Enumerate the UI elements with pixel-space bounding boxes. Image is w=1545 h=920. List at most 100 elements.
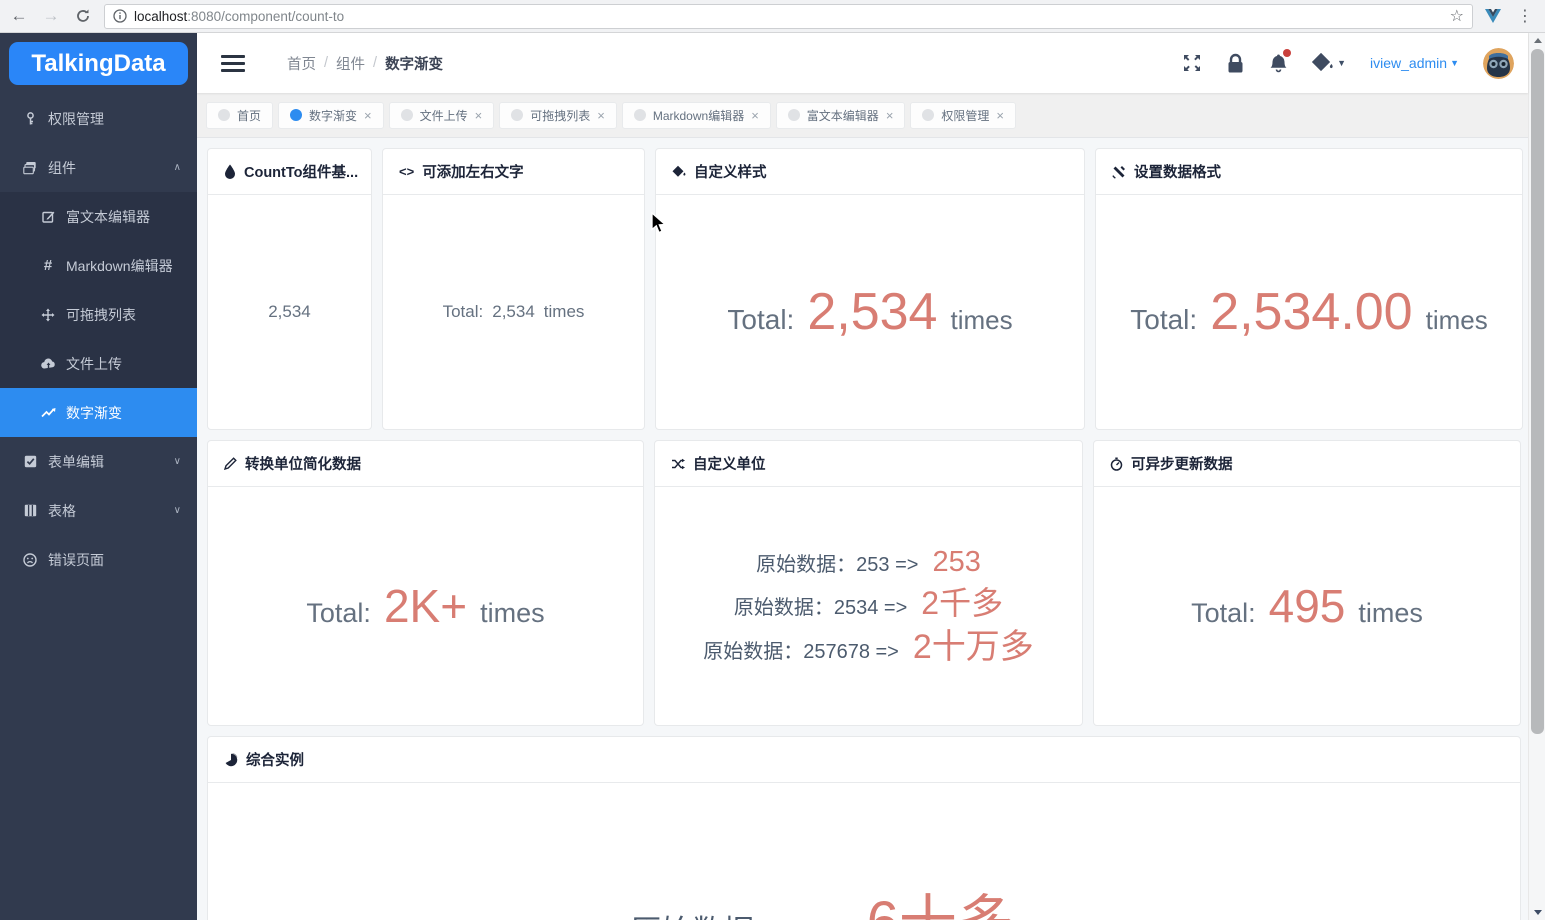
chevron-down-icon: ∨: [173, 456, 181, 467]
tag-rich-editor[interactable]: 富文本编辑器 ×: [775, 101, 906, 129]
tag-markdown-editor[interactable]: Markdown编辑器 ×: [621, 101, 771, 129]
card-custom-unit: 自定义单位 原始数据：253 => 253 原始数据：2534 => 2千多 原…: [654, 440, 1083, 726]
site-info-icon[interactable]: [113, 9, 127, 23]
scrollbar-thumb[interactable]: [1531, 49, 1544, 734]
sidebar-item-access[interactable]: 权限管理: [0, 94, 197, 143]
trending-up-icon: [40, 407, 56, 418]
bookmark-star-icon[interactable]: ☆: [1450, 6, 1464, 26]
tag-draggable-list[interactable]: 可拖拽列表 ×: [499, 101, 617, 129]
card-custom-style: 自定义样式 Total: 2,534 times: [655, 148, 1085, 430]
tag-dot: [511, 109, 524, 121]
sidebar-item-count-to[interactable]: 数字渐变: [0, 388, 197, 437]
sidebar-menu: 权限管理 组件 ∧ 富文本编辑器 # Markdown编辑器 可拖拽列表 文件上…: [0, 94, 197, 920]
code-icon: <>: [399, 164, 415, 179]
count-suffix: times: [480, 598, 545, 628]
build-tools-icon: [1112, 165, 1126, 179]
scroll-down-icon[interactable]: [1529, 905, 1545, 920]
sidebar-item-label: 文件上传: [66, 355, 122, 372]
count-label: 原始数据: 27 =>: [630, 906, 851, 920]
count-value: 2,534: [268, 302, 311, 321]
sidebar-item-file-upload[interactable]: 文件上传: [0, 339, 197, 388]
pie-chart-icon: [224, 752, 238, 767]
sidebar-submenu: 富文本编辑器 # Markdown编辑器 可拖拽列表 文件上传 数字渐变: [0, 192, 197, 437]
count-value: 2十万多: [912, 628, 1034, 666]
close-icon[interactable]: ×: [475, 109, 483, 122]
browser-menu-icon[interactable]: ⋮: [1513, 6, 1537, 26]
tag-dot: [218, 109, 230, 121]
close-icon[interactable]: ×: [364, 109, 372, 122]
page-content: CountTo组件基... 2,534 <> 可添加左右文字 Total: 2,5…: [197, 138, 1528, 920]
count-prefix: Total:: [442, 302, 484, 321]
tag-dot: [400, 109, 413, 121]
scroll-up-icon[interactable]: [1529, 33, 1545, 48]
sad-face-icon: [22, 552, 38, 567]
sidebar-item-label: 组件: [48, 159, 76, 176]
page-scrollbar[interactable]: [1528, 33, 1545, 920]
sidebar-item-label: 错误页面: [48, 551, 104, 568]
sidebar-item-label: 富文本编辑器: [66, 208, 150, 225]
count-value: 2K+: [383, 580, 468, 632]
url-bar[interactable]: localhost:8080/component/count-to ☆: [104, 3, 1473, 29]
close-icon[interactable]: ×: [996, 109, 1004, 122]
breadcrumb-components[interactable]: 组件: [336, 53, 365, 74]
sidebar-item-label: 权限管理: [48, 110, 104, 127]
tag-access[interactable]: 权限管理 ×: [910, 101, 1017, 129]
sidebar-item-draggable-list[interactable]: 可拖拽列表: [0, 290, 197, 339]
count-value: 2,534: [492, 302, 535, 321]
user-menu[interactable]: iview_admin ▼: [1370, 55, 1459, 71]
checkbox-icon: [22, 455, 38, 468]
cloud-upload-icon: [40, 358, 56, 370]
sidebar-item-markdown-editor[interactable]: # Markdown编辑器: [0, 241, 197, 290]
sidebar-item-label: 数字渐变: [66, 404, 122, 421]
sidebar-toggle-icon[interactable]: [221, 54, 245, 72]
count-value: 2,534.00: [1210, 283, 1413, 341]
sidebar-item-label: 可拖拽列表: [66, 306, 136, 323]
url-text[interactable]: localhost:8080/component/count-to: [134, 9, 1443, 24]
breadcrumb-home[interactable]: 首页: [287, 53, 316, 74]
count-value: 6十多: [867, 875, 1015, 920]
count-value: 495: [1268, 580, 1346, 632]
sidebar-item-form-editor[interactable]: 表单编辑 ∨: [0, 437, 197, 486]
browser-back-icon[interactable]: ←: [8, 5, 30, 27]
app-logo[interactable]: TalkingData: [9, 42, 188, 85]
count-suffix: times: [543, 302, 585, 321]
browser-forward-icon[interactable]: →: [40, 5, 62, 27]
vue-devtools-icon[interactable]: [1483, 7, 1503, 25]
notification-bell-icon[interactable]: [1269, 48, 1292, 74]
browser-toolbar: ← → localhost:8080/component/count-to ☆ …: [0, 0, 1545, 33]
username: iview_admin: [1370, 55, 1448, 71]
layers-icon: [22, 161, 38, 175]
sidebar-item-table[interactable]: 表格 ∨: [0, 486, 197, 535]
browser-reload-icon[interactable]: [72, 5, 94, 27]
card-unit-simplify: 转换单位简化数据 Total: 2K+ times: [207, 440, 644, 726]
card-combined-example: 综合实例 原始数据: 27 => 6十多 times: [207, 736, 1521, 920]
tag-file-upload[interactable]: 文件上传 ×: [388, 101, 495, 129]
close-icon[interactable]: ×: [597, 109, 605, 122]
count-value: 253: [932, 546, 981, 578]
sidebar-item-components[interactable]: 组件 ∧: [0, 143, 197, 192]
close-icon[interactable]: ×: [751, 109, 759, 122]
sidebar-item-rich-editor[interactable]: 富文本编辑器: [0, 192, 197, 241]
caret-down-icon: ▼: [1450, 58, 1459, 68]
hash-icon: #: [43, 257, 53, 274]
card-data-format: 设置数据格式 Total: 2,534.00 times: [1095, 148, 1523, 430]
card-countto-basic: CountTo组件基... 2,534: [207, 148, 372, 430]
close-icon[interactable]: ×: [886, 109, 894, 122]
tag-dot: [787, 109, 800, 121]
paint-bucket-icon: [672, 165, 686, 178]
tag-home[interactable]: 首页: [206, 101, 274, 129]
tag-count-to[interactable]: 数字渐变 ×: [278, 101, 384, 129]
tag-dot: [922, 109, 935, 121]
card-async-update: 可异步更新数据 Total: 495 times: [1093, 440, 1521, 726]
unit-row: 原始数据：257678 => 2十万多: [703, 628, 1034, 666]
edit-square-icon: [40, 210, 56, 223]
stopwatch-icon: [1110, 457, 1123, 471]
avatar[interactable]: [1483, 47, 1514, 79]
tag-dot-active: [290, 109, 303, 121]
count-prefix: Total:: [1191, 598, 1256, 628]
fullscreen-icon[interactable]: [1182, 53, 1202, 73]
lock-icon[interactable]: [1226, 53, 1245, 74]
sidebar-item-error-pages[interactable]: 错误页面: [0, 535, 197, 584]
count-value: 2,534: [807, 283, 938, 341]
theme-ink-icon[interactable]: ▼: [1312, 53, 1346, 73]
